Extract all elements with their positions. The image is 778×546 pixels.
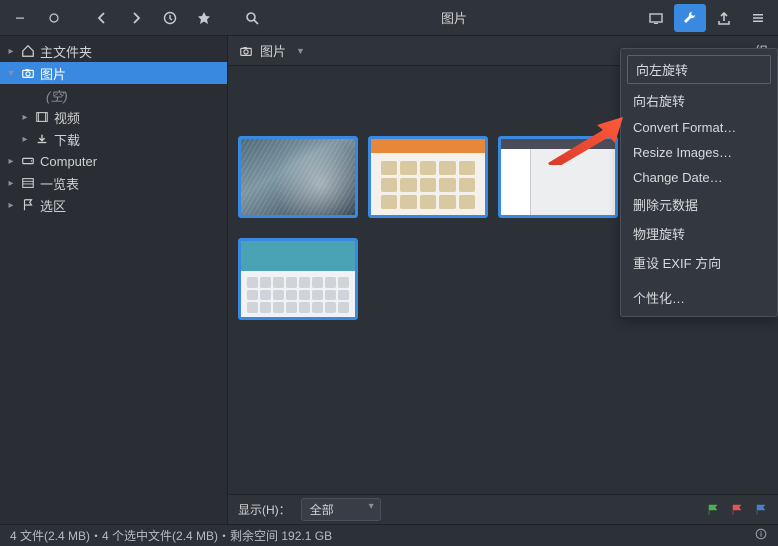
menu-rotate-right[interactable]: 向右旋转	[621, 86, 777, 115]
sidebar-item-downloads[interactable]: ▸ 下载	[0, 128, 227, 150]
sidebar-item-home[interactable]: ▸ 主文件夹	[0, 40, 227, 62]
sidebar-item-label: (空)	[46, 86, 68, 105]
filter-bar: 显示(H)： 全部	[228, 494, 778, 524]
camera-icon	[238, 43, 254, 59]
caret-icon: ▸	[20, 112, 30, 123]
sidebar-item-label: 一览表	[40, 174, 79, 193]
bookmark-button[interactable]	[188, 4, 220, 32]
caret-icon: ▸	[20, 134, 30, 145]
sidebar: ▸ 主文件夹 ▾ 图片 (空) ▸ 视频 ▸ 下载 ▸ Computer ▸	[0, 36, 228, 524]
sidebar-item-label: Computer	[40, 154, 97, 169]
menu-resize-images[interactable]: Resize Images…	[621, 140, 777, 165]
download-icon	[34, 131, 50, 147]
caret-icon: ▸	[6, 178, 16, 189]
flag-blue-icon[interactable]	[754, 503, 768, 517]
menu-convert-format[interactable]: Convert Format…	[621, 115, 777, 140]
chevron-down-icon[interactable]: ▼	[296, 46, 305, 56]
slideshow-button[interactable]	[640, 4, 672, 32]
thumbnail-item[interactable]	[238, 136, 358, 218]
flag-red-icon[interactable]	[730, 503, 744, 517]
filter-combo[interactable]: 全部	[301, 498, 381, 521]
menu-button[interactable]	[742, 4, 774, 32]
sidebar-item-label: 主文件夹	[40, 42, 92, 61]
history-button[interactable]	[154, 4, 186, 32]
toolbar: 图片	[0, 0, 778, 36]
menu-physical-rotate[interactable]: 物理旋转	[621, 219, 777, 248]
sidebar-item-label: 图片	[40, 64, 66, 83]
tools-button[interactable]	[674, 4, 706, 32]
sidebar-item-label: 视频	[54, 108, 80, 127]
thumbnail-item[interactable]	[238, 238, 358, 320]
flag-green-icon[interactable]	[706, 503, 720, 517]
home-icon	[20, 43, 36, 59]
sidebar-item-label: 选区	[40, 196, 66, 215]
location-label: 图片	[260, 41, 286, 60]
drive-icon	[20, 153, 36, 169]
menu-delete-metadata[interactable]: 删除元数据	[621, 190, 777, 219]
minimize-icon[interactable]	[4, 4, 36, 32]
thumbnail-item[interactable]	[368, 136, 488, 218]
camera-icon	[20, 65, 36, 81]
sidebar-item-label: 下载	[54, 130, 80, 149]
sidebar-item-empty: (空)	[0, 84, 227, 106]
maximize-icon[interactable]	[38, 4, 70, 32]
sidebar-item-pictures[interactable]: ▾ 图片	[0, 62, 227, 84]
menu-change-date[interactable]: Change Date…	[621, 165, 777, 190]
sidebar-item-computer[interactable]: ▸ Computer	[0, 150, 227, 172]
caret-icon: ▸	[6, 200, 16, 211]
menu-reset-exif[interactable]: 重设 EXIF 方向	[621, 248, 777, 277]
forward-button[interactable]	[120, 4, 152, 32]
sidebar-item-videos[interactable]: ▸ 视频	[0, 106, 227, 128]
status-text: 4 文件(2.4 MB)・4 个选中文件(2.4 MB)・剩余空间 192.1 …	[10, 527, 332, 544]
caret-icon: ▸	[6, 46, 16, 57]
back-button[interactable]	[86, 4, 118, 32]
window-title: 图片	[409, 8, 499, 27]
tools-dropdown: 向左旋转 向右旋转 Convert Format… Resize Images……	[620, 48, 778, 317]
info-icon[interactable]	[754, 527, 768, 544]
list-icon	[20, 175, 36, 191]
caret-icon: ▾	[6, 68, 16, 79]
status-bar: 4 文件(2.4 MB)・4 个选中文件(2.4 MB)・剩余空间 192.1 …	[0, 524, 778, 546]
flag-icon	[20, 197, 36, 213]
film-icon	[34, 109, 50, 125]
filter-label: 显示(H)：	[238, 501, 291, 518]
sidebar-item-selection[interactable]: ▸ 选区	[0, 194, 227, 216]
sidebar-item-catalog[interactable]: ▸ 一览表	[0, 172, 227, 194]
caret-icon: ▸	[6, 156, 16, 167]
menu-customize[interactable]: 个性化…	[621, 283, 777, 312]
menu-rotate-left[interactable]: 向左旋转	[627, 55, 771, 84]
search-button[interactable]	[236, 4, 268, 32]
export-button[interactable]	[708, 4, 740, 32]
thumbnail-item[interactable]	[498, 136, 618, 218]
